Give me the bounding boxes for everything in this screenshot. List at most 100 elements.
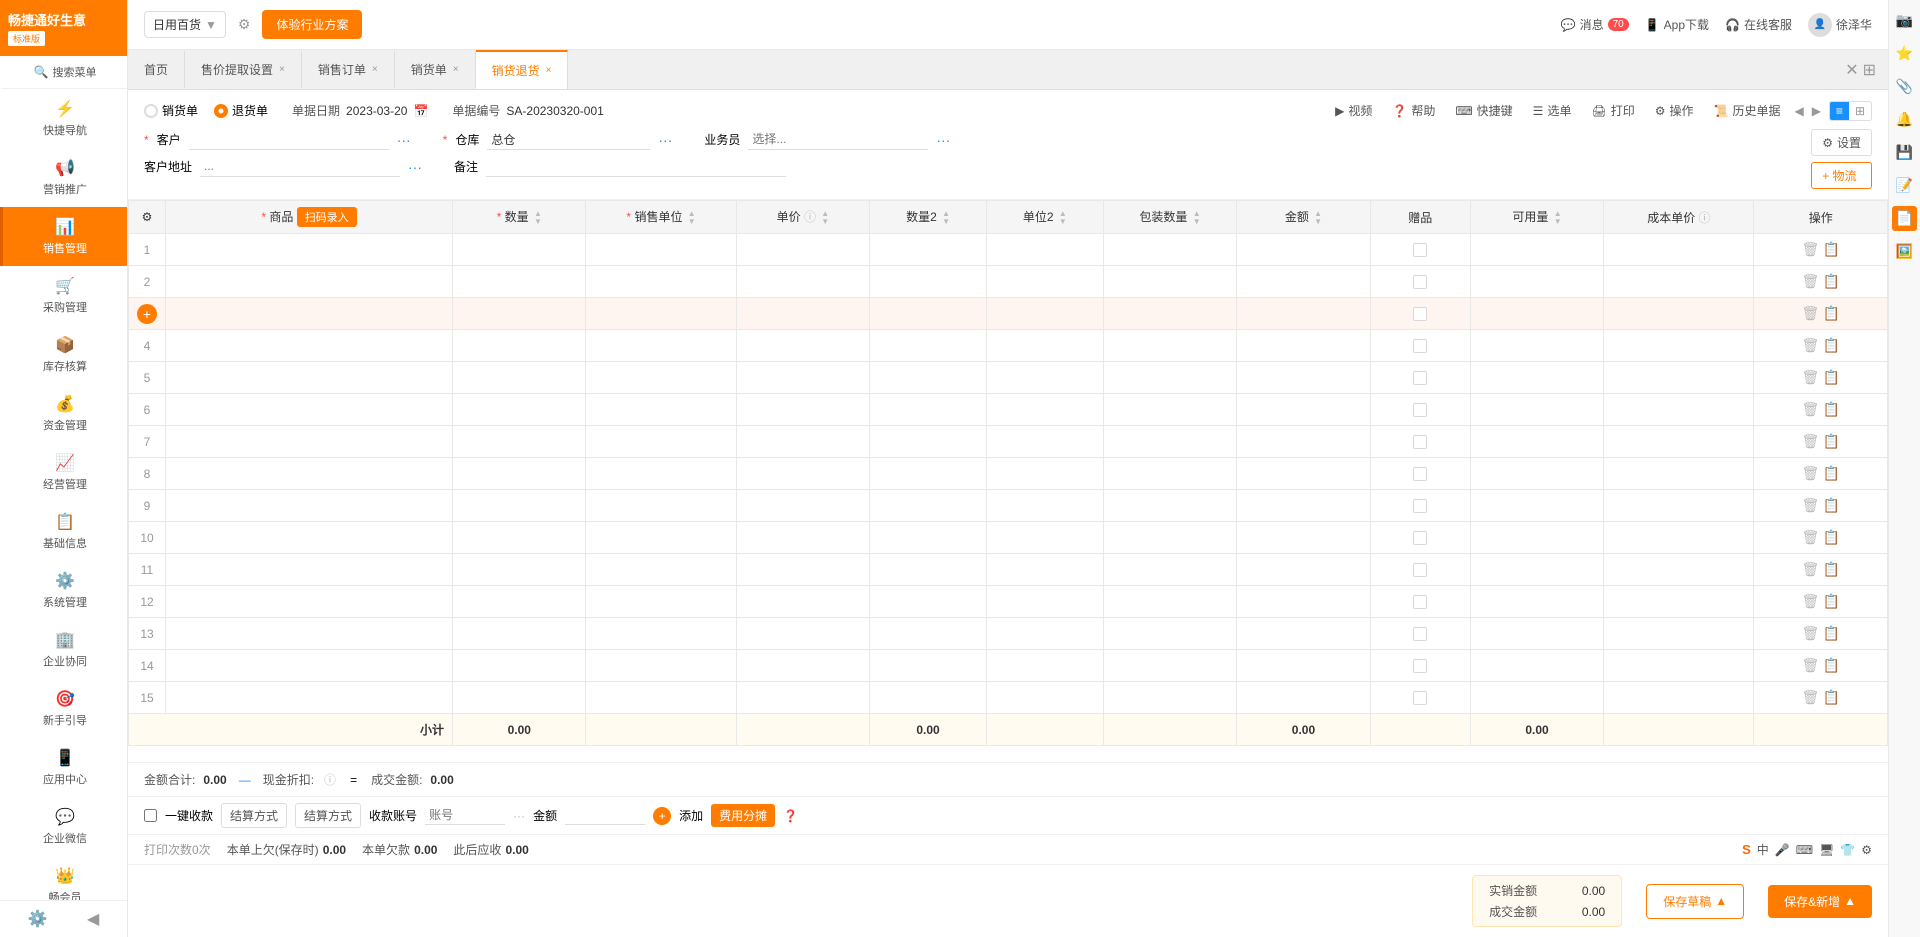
print-action[interactable]: 🖨 打印	[1585, 100, 1640, 121]
sidebar-item-search[interactable]: 🔍 搜索菜单	[0, 56, 127, 89]
sales-unit-cell[interactable]	[586, 618, 736, 650]
quantity2-cell[interactable]	[870, 266, 987, 298]
customer-input[interactable]	[189, 129, 389, 150]
delete-row-icon[interactable]: 🗑	[1801, 625, 1819, 641]
unit2-cell[interactable]	[986, 234, 1103, 266]
expand-tab-icon[interactable]: ⊞	[1863, 60, 1876, 80]
available-cell[interactable]	[1470, 490, 1603, 522]
remark-input[interactable]	[486, 156, 786, 177]
available-cell[interactable]	[1470, 234, 1603, 266]
cost-price-cell[interactable]	[1604, 394, 1754, 426]
try-industry-button[interactable]: 体验行业方案	[262, 10, 362, 39]
save-draft-button[interactable]: 保存草稿 ▲	[1646, 884, 1744, 919]
sales-unit-cell[interactable]	[586, 682, 736, 714]
available-cell[interactable]	[1470, 394, 1603, 426]
copy-row-icon[interactable]: 📋	[1823, 561, 1840, 577]
copy-row-icon[interactable]: 📋	[1823, 689, 1840, 705]
quantity-cell[interactable]	[453, 362, 586, 394]
gift-checkbox[interactable]	[1413, 691, 1427, 705]
amount-input[interactable]	[565, 806, 645, 825]
available-cell[interactable]	[1470, 650, 1603, 682]
amount-cell[interactable]	[1237, 618, 1370, 650]
quantity2-cell[interactable]	[870, 298, 987, 330]
quantity2-cell[interactable]	[870, 362, 987, 394]
unit2-sort-icon[interactable]: ▲▼	[1059, 210, 1067, 226]
close-tab-icon[interactable]: ✕	[1845, 60, 1858, 80]
unit-price-cell[interactable]	[736, 234, 869, 266]
warehouse-input[interactable]	[487, 129, 650, 150]
unit-price-cell[interactable]	[736, 330, 869, 362]
unit2-cell[interactable]	[986, 650, 1103, 682]
pack-qty-cell[interactable]	[1103, 426, 1236, 458]
sidebar-item-operations[interactable]: 📈 经营管理	[0, 443, 127, 502]
video-action[interactable]: ▶ 视频	[1329, 100, 1378, 121]
pack-qty-sort-icon[interactable]: ▲▼	[1193, 210, 1201, 226]
sales-unit-cell[interactable]	[586, 650, 736, 682]
unit2-cell[interactable]	[986, 522, 1103, 554]
copy-row-icon[interactable]: 📋	[1823, 625, 1840, 641]
pack-qty-cell[interactable]	[1103, 362, 1236, 394]
gift-checkbox[interactable]	[1413, 403, 1427, 417]
product-cell[interactable]	[166, 458, 453, 490]
sidebar-item-purchase[interactable]: 🛒 采购管理	[0, 266, 127, 325]
delete-row-icon[interactable]: 🗑	[1801, 401, 1819, 417]
tab-sales-order-close[interactable]: ×	[372, 64, 378, 75]
quantity2-cell[interactable]	[870, 234, 987, 266]
copy-row-icon[interactable]: 📋	[1823, 465, 1840, 481]
product-cell[interactable]	[166, 618, 453, 650]
tab-delivery[interactable]: 销货单 ×	[395, 51, 476, 88]
sales-unit-cell[interactable]	[586, 394, 736, 426]
quantity2-cell[interactable]	[870, 522, 987, 554]
unit2-cell[interactable]	[986, 682, 1103, 714]
copy-row-icon[interactable]: 📋	[1823, 369, 1840, 385]
quantity-cell[interactable]	[453, 330, 586, 362]
unit2-cell[interactable]	[986, 490, 1103, 522]
quantity-cell[interactable]	[453, 650, 586, 682]
tab-returns-close[interactable]: ×	[546, 65, 552, 76]
copy-row-icon[interactable]: 📋	[1823, 433, 1840, 449]
cost-price-cell[interactable]	[1604, 298, 1754, 330]
tab-delivery-close[interactable]: ×	[453, 64, 459, 75]
unit2-cell[interactable]	[986, 586, 1103, 618]
unit2-cell[interactable]	[986, 426, 1103, 458]
product-cell[interactable]	[166, 650, 453, 682]
amount-cell[interactable]	[1237, 426, 1370, 458]
gift-checkbox[interactable]	[1413, 371, 1427, 385]
gift-checkbox[interactable]	[1413, 243, 1427, 257]
unit-price-cell[interactable]	[736, 586, 869, 618]
available-cell[interactable]	[1470, 522, 1603, 554]
settlement-method-button[interactable]: 结算方式	[221, 803, 287, 828]
unit2-cell[interactable]	[986, 266, 1103, 298]
calc-method-button[interactable]: 结算方式	[295, 803, 361, 828]
view-grid-button[interactable]: ⊞	[1849, 102, 1871, 120]
settings-button[interactable]: ⚙ 设置	[1811, 129, 1872, 156]
quantity2-cell[interactable]	[870, 490, 987, 522]
amount-cell[interactable]	[1237, 650, 1370, 682]
keyboard-icon[interactable]: ⌨	[1796, 843, 1813, 857]
unit-price-cell[interactable]	[736, 554, 869, 586]
tab-returns[interactable]: 销货退货 ×	[476, 50, 569, 89]
amount-cell[interactable]	[1237, 682, 1370, 714]
quantity-cell[interactable]	[453, 426, 586, 458]
product-cell[interactable]	[166, 682, 453, 714]
pack-qty-cell[interactable]	[1103, 458, 1236, 490]
quantity-cell[interactable]	[453, 298, 586, 330]
amount-cell[interactable]	[1237, 330, 1370, 362]
amount-sort-icon[interactable]: ▲▼	[1314, 210, 1322, 226]
available-cell[interactable]	[1470, 362, 1603, 394]
right-icon-doc[interactable]: 📄	[1892, 206, 1917, 231]
delete-row-icon[interactable]: 🗑	[1801, 497, 1819, 513]
tab-price-settings[interactable]: 售价提取设置 ×	[185, 51, 302, 88]
tab-price-settings-close[interactable]: ×	[279, 64, 285, 75]
delete-row-icon[interactable]: 🗑	[1801, 657, 1819, 673]
product-cell[interactable]	[166, 362, 453, 394]
copy-row-icon[interactable]: 📋	[1823, 273, 1840, 289]
gift-checkbox[interactable]	[1413, 467, 1427, 481]
unit-price-sort-icon[interactable]: ▲▼	[821, 210, 829, 226]
cost-price-cell[interactable]	[1604, 266, 1754, 298]
one-click-pay-checkbox[interactable]	[144, 809, 157, 822]
account-input[interactable]	[425, 806, 505, 825]
amount-cell[interactable]	[1237, 266, 1370, 298]
quantity-cell[interactable]	[453, 586, 586, 618]
quantity-cell[interactable]	[453, 490, 586, 522]
